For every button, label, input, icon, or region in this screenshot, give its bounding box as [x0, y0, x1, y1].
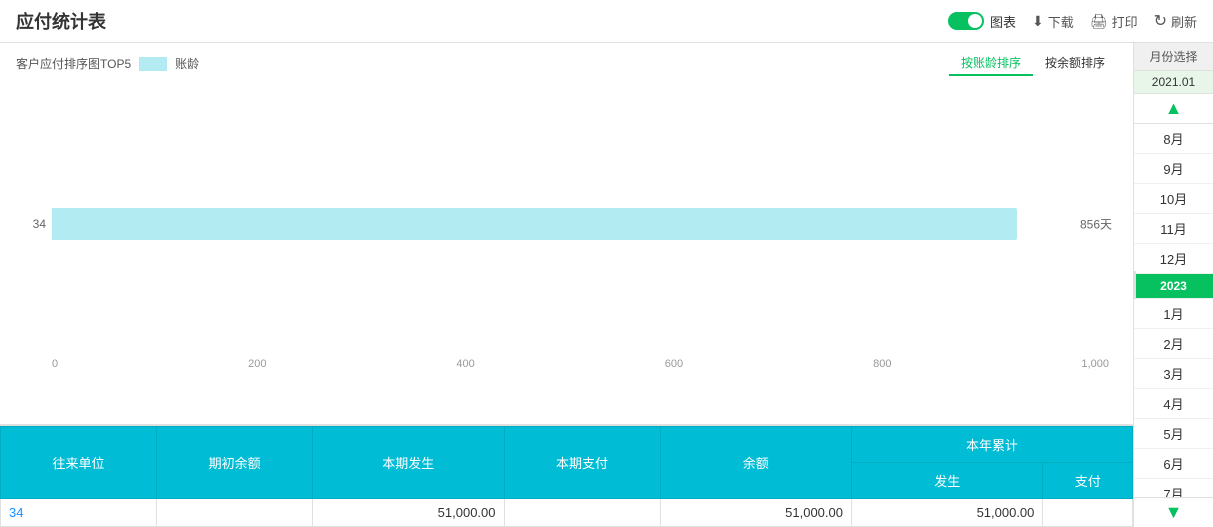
table-row: 34 51,000.00 51,000.00 51,000.00 [1, 499, 1133, 527]
month-item-9[interactable]: 9月 [1134, 154, 1213, 184]
sidebar-title: 月份选择 [1134, 43, 1213, 71]
download-label: 下载 [1048, 12, 1074, 31]
chart-header: 客户应付排序图TOP5 账龄 按账龄排序 按余额排序 [0, 43, 1133, 84]
chart-sort: 按账龄排序 按余额排序 [949, 51, 1117, 76]
month-item-5[interactable]: 5月 [1134, 419, 1213, 449]
legend-box [139, 57, 167, 71]
scroll-up-arrow[interactable]: ▲ [1134, 94, 1213, 124]
td-unit: 34 [1, 499, 157, 527]
refresh-button[interactable]: 刷新 [1154, 11, 1197, 31]
expand-arrow[interactable]: ◀ [1133, 271, 1136, 299]
x-tick-400: 400 [456, 358, 474, 370]
scroll-down-arrow[interactable]: ▼ [1134, 497, 1213, 527]
x-tick-600: 600 [665, 358, 683, 370]
download-icon [1032, 13, 1044, 30]
th-occurrence: 本期发生 [313, 427, 504, 499]
x-axis: 0 200 400 600 800 1,000 [16, 358, 1117, 370]
sidebar-scroll[interactable]: 8月 9月 10月 11月 12月 2023 1月 2月 3月 4月 5月 6月… [1134, 124, 1213, 497]
th-payment: 本期支付 [504, 427, 660, 499]
th-unit: 往来单位 [1, 427, 157, 499]
td-occurrence: 51,000.00 [313, 499, 504, 527]
month-item-6[interactable]: 6月 [1134, 449, 1213, 479]
month-item-3[interactable]: 3月 [1134, 359, 1213, 389]
bar-fill [52, 208, 1017, 240]
year-marker-2023[interactable]: 2023 [1134, 274, 1213, 299]
download-button[interactable]: 下载 [1032, 12, 1074, 31]
chart-toggle-wrap[interactable]: 图表 [948, 12, 1016, 31]
x-tick-800: 800 [873, 358, 891, 370]
month-item-1[interactable]: 1月 [1134, 299, 1213, 329]
month-item-10[interactable]: 10月 [1134, 184, 1213, 214]
bar-row: 856天 [52, 208, 1057, 240]
sidebar: ◀ 月份选择 2021.01 ▲ 8月 9月 10月 11月 12月 2023 … [1133, 43, 1213, 527]
x-tick-200: 200 [248, 358, 266, 370]
month-item-2[interactable]: 2月 [1134, 329, 1213, 359]
td-opening [157, 499, 313, 527]
th-opening: 期初余额 [157, 427, 313, 499]
chart-toggle-label: 图表 [990, 12, 1016, 31]
chart-toggle[interactable] [948, 12, 984, 30]
print-button[interactable]: 打印 [1090, 12, 1138, 31]
bar-label: 856天 [1080, 216, 1112, 233]
data-table: 往来单位 期初余额 本期发生 本期支付 余额 本年累计 发生 支付 [0, 426, 1133, 527]
month-item-11[interactable]: 11月 [1134, 214, 1213, 244]
x-tick-0: 0 [52, 358, 58, 370]
y-axis-label: 34 [16, 217, 46, 231]
unit-link[interactable]: 34 [9, 505, 23, 520]
th-balance: 余额 [660, 427, 851, 499]
chart-legend: 客户应付排序图TOP5 账龄 [16, 55, 199, 72]
x-tick-1000: 1,000 [1081, 358, 1109, 370]
bar-chart-wrap: 34 856天 0 200 400 600 800 1,000 [0, 84, 1133, 424]
month-item-7[interactable]: 7月 [1134, 479, 1213, 497]
refresh-label: 刷新 [1171, 12, 1197, 31]
month-item-4[interactable]: 4月 [1134, 389, 1213, 419]
print-label: 打印 [1112, 12, 1138, 31]
month-item-8[interactable]: 8月 [1134, 124, 1213, 154]
legend-box-label: 账龄 [175, 55, 199, 72]
page-title: 应付统计表 [16, 8, 106, 34]
th-ytd: 本年累计 [851, 427, 1132, 463]
th-ytd-occurrence: 发生 [851, 463, 1042, 499]
td-ytd-payment [1043, 499, 1133, 527]
th-ytd-payment: 支付 [1043, 463, 1133, 499]
sort-by-balance-button[interactable]: 按余额排序 [1033, 51, 1117, 76]
bar-chart: 34 856天 [16, 94, 1117, 354]
td-payment [504, 499, 660, 527]
refresh-icon [1154, 11, 1167, 31]
sidebar-selected: 2021.01 [1134, 71, 1213, 94]
td-balance: 51,000.00 [660, 499, 851, 527]
table-area: 往来单位 期初余额 本期发生 本期支付 余额 本年累计 发生 支付 [0, 424, 1133, 527]
print-icon [1090, 13, 1108, 30]
month-item-12[interactable]: 12月 [1134, 244, 1213, 274]
td-ytd-occurrence: 51,000.00 [851, 499, 1042, 527]
sort-by-amount-button[interactable]: 按账龄排序 [949, 51, 1033, 76]
legend-text: 客户应付排序图TOP5 [16, 55, 131, 72]
